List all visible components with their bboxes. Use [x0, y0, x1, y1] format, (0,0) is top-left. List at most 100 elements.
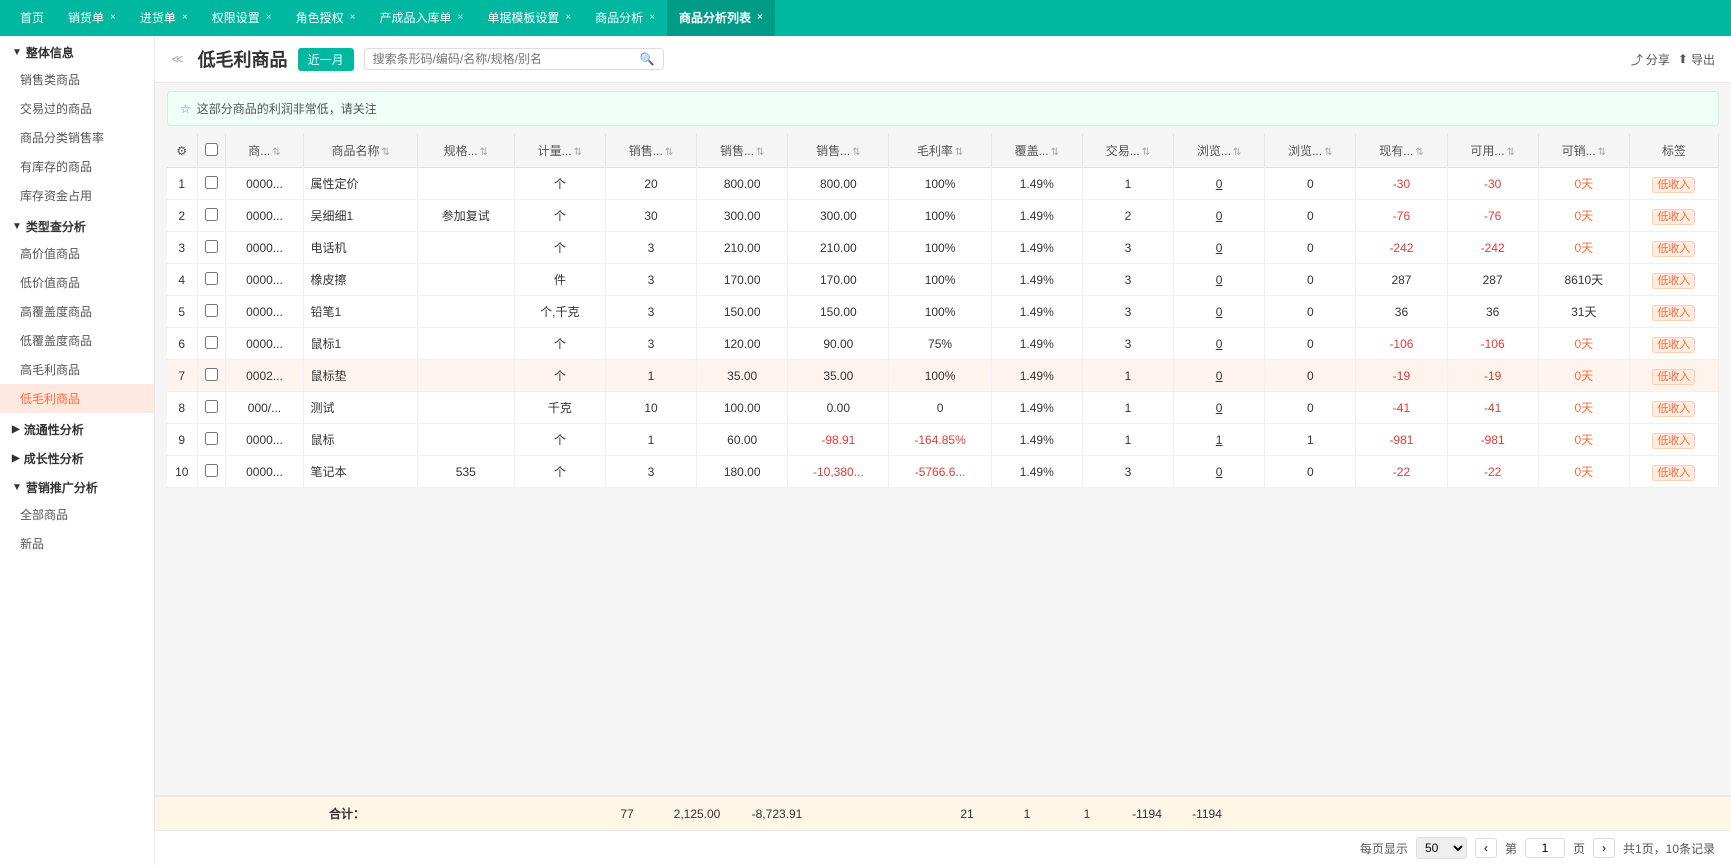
sidebar-group-overall[interactable]: ▼ 整体信息 [0, 36, 154, 65]
nav-finished-goods[interactable]: 产成品入库单 × [367, 0, 475, 36]
sidebar-item-new-goods[interactable]: 新品 [0, 529, 154, 558]
sidebar-group-growth[interactable]: ▶ 成长性分析 [0, 442, 154, 471]
footer-blank-4 [817, 807, 877, 821]
sidebar-item-high-value[interactable]: 高价值商品 [0, 239, 154, 268]
col-settings[interactable]: ⚙ [167, 134, 197, 168]
nav-permission[interactable]: 权限设置 × [200, 0, 284, 36]
cell-gross-rate: 100% [889, 232, 991, 264]
table-wrapper[interactable]: ⚙ 商...⇅ 商品名称⇅ 规格...⇅ 计量...⇅ 销售...⇅ 销售...… [155, 134, 1731, 795]
row-checkbox[interactable] [205, 368, 218, 381]
row-checkbox[interactable] [205, 432, 218, 445]
close-icon[interactable]: × [757, 0, 763, 36]
cell-name[interactable]: 电话机 [304, 232, 417, 264]
row-checkbox[interactable] [205, 176, 218, 189]
cell-deals: 1 [1082, 168, 1173, 200]
cell-name[interactable]: 鼠标1 [304, 328, 417, 360]
row-checkbox[interactable] [205, 336, 218, 349]
cell-checkbox[interactable] [197, 456, 225, 488]
cell-views-link[interactable]: 0 [1174, 200, 1265, 232]
nav-home[interactable]: 首页 [8, 0, 56, 36]
sidebar-item-traded-goods[interactable]: 交易过的商品 [0, 94, 154, 123]
cell-name[interactable]: 测试 [304, 392, 417, 424]
sidebar-item-inventory-goods[interactable]: 有库存的商品 [0, 152, 154, 181]
sidebar-item-high-profit[interactable]: 高毛利商品 [0, 355, 154, 384]
cell-name[interactable]: 笔记本 [304, 456, 417, 488]
row-checkbox[interactable] [205, 272, 218, 285]
cell-available: 36 [1447, 296, 1538, 328]
cell-views-link[interactable]: 1 [1174, 424, 1265, 456]
cell-name[interactable]: 属性定价 [304, 168, 417, 200]
sidebar-item-capital-usage[interactable]: 库存资金占用 [0, 181, 154, 210]
search-box[interactable]: 🔍 [364, 48, 664, 70]
cell-checkbox[interactable] [197, 392, 225, 424]
sidebar-group-circulation[interactable]: ▶ 流通性分析 [0, 413, 154, 442]
cell-name[interactable]: 橡皮擦 [304, 264, 417, 296]
sidebar-item-low-profit[interactable]: 低毛利商品 [0, 384, 154, 413]
cell-checkbox[interactable] [197, 360, 225, 392]
close-icon[interactable]: × [266, 0, 272, 36]
sidebar-item-high-coverage[interactable]: 高覆盖度商品 [0, 297, 154, 326]
sidebar-item-all-goods[interactable]: 全部商品 [0, 500, 154, 529]
nav-product-analysis[interactable]: 商品分析 × [583, 0, 667, 36]
cell-checkbox[interactable] [197, 264, 225, 296]
cell-name[interactable]: 铅笔1 [304, 296, 417, 328]
row-checkbox[interactable] [205, 464, 218, 477]
close-icon[interactable]: × [350, 0, 356, 36]
sidebar-item-category-rate[interactable]: 商品分类销售率 [0, 123, 154, 152]
cell-checkbox[interactable] [197, 200, 225, 232]
share-button[interactable]: ⤴ 分享 [1631, 51, 1670, 68]
col-checkbox[interactable] [197, 134, 225, 168]
cell-views-link[interactable]: 0 [1174, 392, 1265, 424]
cell-checkbox[interactable] [197, 424, 225, 456]
cell-tag: 低收入 [1629, 264, 1718, 296]
cell-name[interactable]: 鼠标垫 [304, 360, 417, 392]
close-icon[interactable]: × [457, 0, 463, 36]
cell-code: 0000... [225, 328, 304, 360]
nav-role-auth[interactable]: 角色授权 × [284, 0, 368, 36]
select-all-checkbox[interactable] [205, 143, 218, 156]
cell-views-link[interactable]: 0 [1174, 264, 1265, 296]
nav-purchase[interactable]: 进货单 × [128, 0, 200, 36]
close-icon[interactable]: × [649, 0, 655, 36]
cell-views-link[interactable]: 0 [1174, 328, 1265, 360]
nav-product-analysis-list[interactable]: 商品分析列表 × [667, 0, 775, 36]
row-checkbox[interactable] [205, 400, 218, 413]
export-button[interactable]: ⬆ 导出 [1678, 51, 1715, 68]
search-input[interactable] [373, 52, 640, 66]
sidebar-item-low-value[interactable]: 低价值商品 [0, 268, 154, 297]
sidebar-item-low-coverage[interactable]: 低覆盖度商品 [0, 326, 154, 355]
search-icon[interactable]: 🔍 [640, 52, 655, 66]
nav-sales[interactable]: 销货单 × [56, 0, 128, 36]
close-icon[interactable]: × [565, 0, 571, 36]
cell-views-link[interactable]: 0 [1174, 168, 1265, 200]
cell-checkbox[interactable] [197, 328, 225, 360]
cell-views-link[interactable]: 0 [1174, 232, 1265, 264]
page-number-input[interactable] [1525, 838, 1565, 858]
cell-checkbox[interactable] [197, 168, 225, 200]
close-icon[interactable]: × [182, 0, 188, 36]
cell-name[interactable]: 鼠标 [304, 424, 417, 456]
cell-views-link[interactable]: 0 [1174, 296, 1265, 328]
header-actions: ⤴ 分享 ⬆ 导出 [1631, 51, 1715, 68]
page-size-select[interactable]: 50 10 20 100 [1416, 837, 1467, 859]
cell-views-link[interactable]: 0 [1174, 360, 1265, 392]
sidebar-item-sales-goods[interactable]: 销售类商品 [0, 65, 154, 94]
sidebar-collapse-icon[interactable]: ≪ [171, 52, 184, 66]
cell-checkbox[interactable] [197, 232, 225, 264]
prev-page-button[interactable]: ‹ [1475, 838, 1497, 858]
cell-views-link[interactable]: 0 [1174, 456, 1265, 488]
cell-name[interactable]: 吴细细1 [304, 200, 417, 232]
sidebar-group-type-analysis[interactable]: ▼ 类型查分析 [0, 210, 154, 239]
cell-checkbox[interactable] [197, 296, 225, 328]
main-layout: ▼ 整体信息 销售类商品 交易过的商品 商品分类销售率 有库存的商品 库存资金占… [0, 36, 1731, 865]
nav-template[interactable]: 单据模板设置 × [475, 0, 583, 36]
row-checkbox[interactable] [205, 240, 218, 253]
next-page-button[interactable]: › [1593, 838, 1615, 858]
row-checkbox[interactable] [205, 208, 218, 221]
close-icon[interactable]: × [110, 0, 116, 36]
row-checkbox[interactable] [205, 304, 218, 317]
cell-available: -41 [1447, 392, 1538, 424]
sidebar-group-marketing[interactable]: ▼ 营销推广分析 [0, 471, 154, 500]
period-button[interactable]: 近一月 [298, 48, 354, 71]
cell-gross-rate: 100% [889, 296, 991, 328]
